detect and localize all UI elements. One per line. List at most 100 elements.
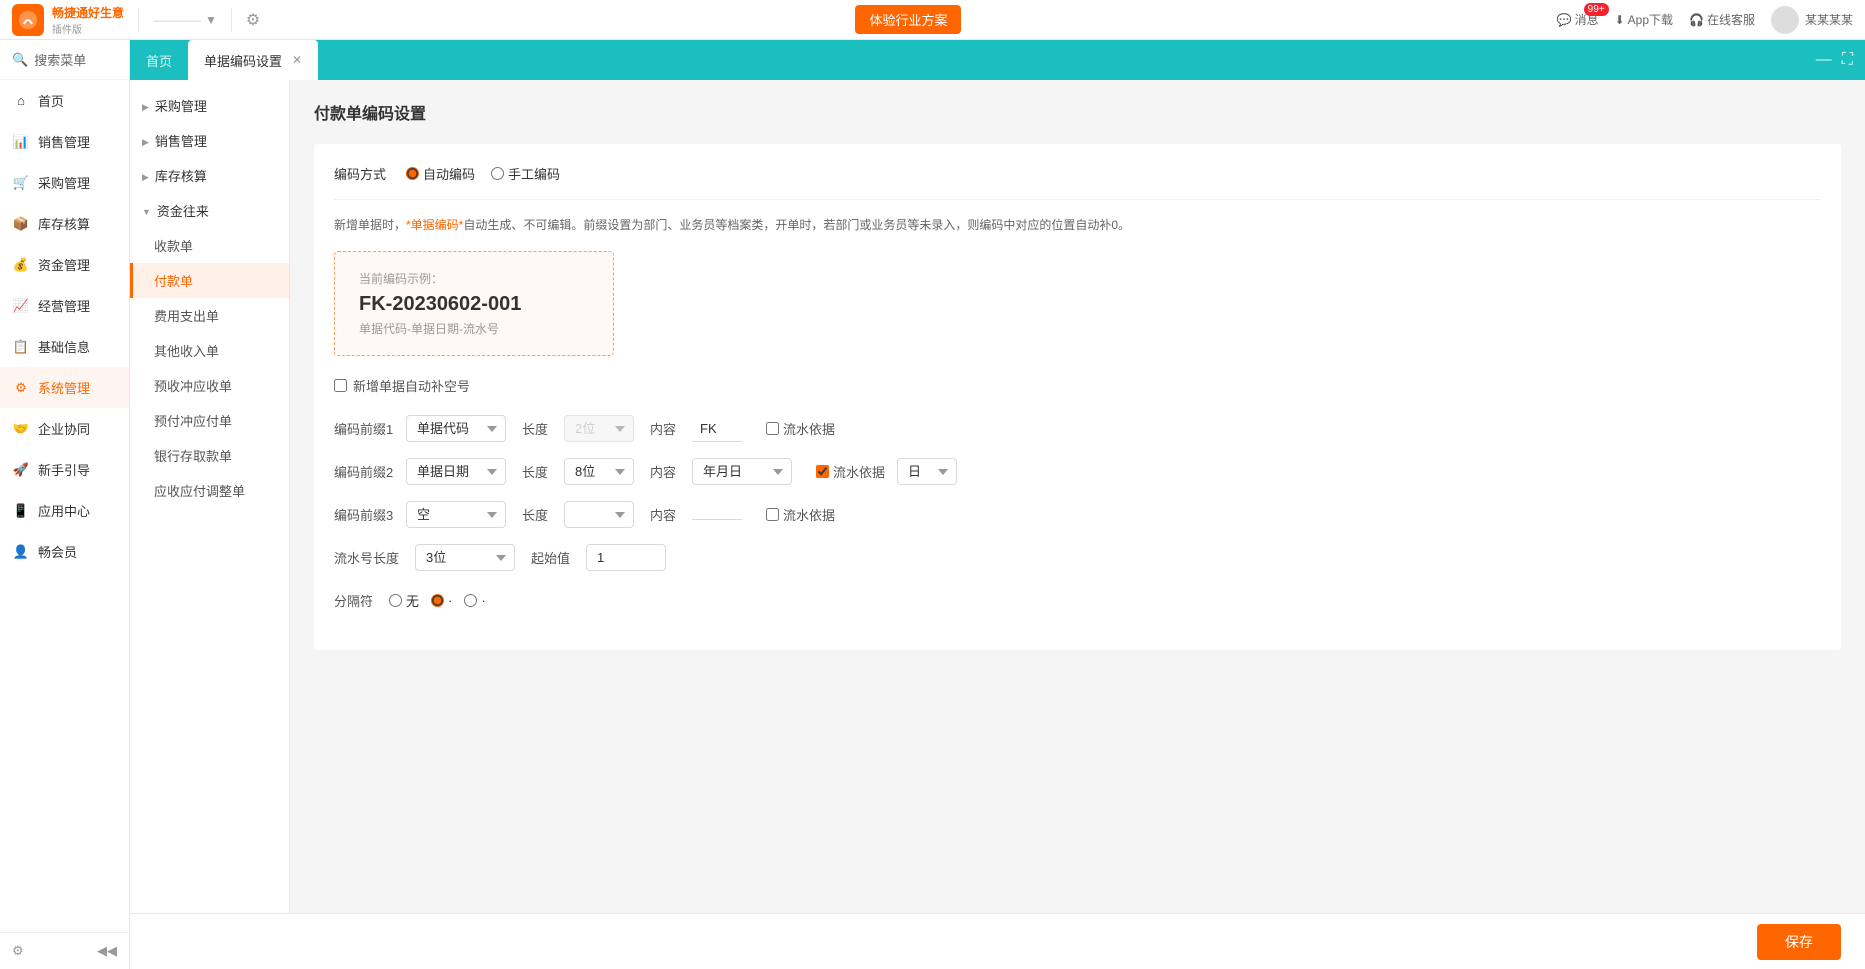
sub-sidebar-receipt[interactable]: 收款单 bbox=[130, 228, 289, 263]
sidebar-item-system[interactable]: ⚙ 系统管理 bbox=[0, 367, 129, 408]
sidebar-item-sale[interactable]: 📊 销售管理 bbox=[0, 121, 129, 162]
prefix3-serial-input[interactable] bbox=[766, 508, 779, 521]
sidebar-item-label: 库存核算 bbox=[38, 214, 90, 233]
user-area[interactable]: 某某某某 bbox=[1771, 6, 1853, 34]
prefix3-content-value bbox=[692, 509, 742, 520]
tab-home[interactable]: 首页 bbox=[130, 40, 188, 80]
sidebar-item-member[interactable]: 👤 畅会员 bbox=[0, 531, 129, 572]
app-title: 畅捷通好生意 插件版 bbox=[52, 4, 124, 36]
separator-dot-input[interactable] bbox=[431, 594, 444, 607]
dropdown-selector[interactable]: ———— ▼ bbox=[153, 13, 217, 27]
sub-sidebar-prepay-receive[interactable]: 预收冲应收单 bbox=[130, 368, 289, 403]
sidebar-collapse-icon[interactable]: ◀◀ bbox=[97, 943, 117, 959]
auto-encode-input[interactable] bbox=[406, 167, 419, 180]
prefix1-serial-input[interactable] bbox=[766, 422, 779, 435]
separator-other-input[interactable] bbox=[464, 594, 477, 607]
manual-encode-input[interactable] bbox=[491, 167, 504, 180]
sidebar-item-inventory[interactable]: 📦 库存核算 bbox=[0, 203, 129, 244]
prefix2-length-select[interactable]: 8位 bbox=[564, 458, 634, 485]
prefix2-serial-checkbox[interactable]: 流水依据 bbox=[816, 462, 885, 481]
separator-none-input[interactable] bbox=[389, 594, 402, 607]
search-menu-button[interactable]: 🔍 搜索菜单 bbox=[0, 40, 129, 80]
code-preview-box: 当前编码示例： FK-20230602-001 单据代码-单据日期-流水号 bbox=[334, 251, 614, 356]
desc-highlight: *单据编码* bbox=[406, 218, 463, 232]
start-value-input[interactable] bbox=[586, 544, 666, 571]
sub-sidebar-prepay-pay[interactable]: 预付冲应付单 bbox=[130, 403, 289, 438]
service-button[interactable]: 🎧 在线客服 bbox=[1689, 11, 1755, 28]
prefix3-length-label: 长度 bbox=[522, 505, 548, 524]
prefix2-label: 编码前缀2 bbox=[334, 462, 394, 481]
separator-other[interactable]: · bbox=[464, 593, 485, 608]
prefix2-row: 编码前缀2 单据日期 长度 8位 内容 年月日 bbox=[334, 458, 1821, 485]
top-bar: 畅捷通好生意 插件版 ———— ▼ ⚙ 体验行业方案 💬 消息 99+ ⬇ Ap… bbox=[0, 0, 1865, 40]
sidebar-item-home[interactable]: ⌂ 首页 bbox=[0, 80, 129, 121]
sub-group-inventory-label: 库存核算 bbox=[155, 166, 207, 185]
sub-sidebar-payment[interactable]: 付款单 bbox=[130, 263, 289, 298]
tab-actions: — ⛶ bbox=[1816, 51, 1865, 69]
sub-group-inventory-title[interactable]: 库存核算 bbox=[130, 158, 289, 193]
sidebar-item-basic[interactable]: 📋 基础信息 bbox=[0, 326, 129, 367]
sidebar-footer: ⚙ ◀◀ bbox=[0, 932, 129, 969]
sub-sidebar-bank[interactable]: 银行存取款单 bbox=[130, 438, 289, 473]
tab-minimize-icon[interactable]: — bbox=[1816, 51, 1832, 69]
dropdown-text: ———— bbox=[153, 13, 201, 27]
prefix2-serial-input[interactable] bbox=[816, 465, 829, 478]
prefix3-length-select[interactable] bbox=[564, 501, 634, 528]
content-area: 首页 单据编码设置 ✕ — ⛶ 采购管理 bbox=[130, 40, 1865, 969]
prefix3-serial-checkbox[interactable]: 流水依据 bbox=[766, 505, 835, 524]
prefix2-content-select[interactable]: 年月日 bbox=[692, 458, 792, 485]
sub-group-fund: 资金往来 收款单 付款单 费用支出单 其他收入单 预收冲应收单 预付冲应付单 银… bbox=[130, 193, 289, 508]
top-right: 💬 消息 99+ ⬇ App下载 🎧 在线客服 某某某某 bbox=[1557, 6, 1853, 34]
encoding-method-row: 编码方式 自动编码 手工编码 bbox=[334, 164, 1821, 200]
sub-sidebar-adjust[interactable]: 应收应付调整单 bbox=[130, 473, 289, 508]
tab-maximize-icon[interactable]: ⛶ bbox=[1842, 51, 1853, 69]
sub-group-fund-title[interactable]: 资金往来 bbox=[130, 193, 289, 228]
tab-close-icon[interactable]: ✕ bbox=[292, 53, 302, 67]
prefix2-select[interactable]: 单据日期 bbox=[406, 458, 506, 485]
home-icon: ⌂ bbox=[12, 92, 30, 110]
code-preview-label: 当前编码示例： bbox=[359, 270, 589, 287]
settings-icon[interactable]: ⚙ bbox=[246, 10, 260, 30]
separator-dot[interactable]: · bbox=[431, 593, 452, 608]
sidebar-item-app[interactable]: 📱 应用中心 bbox=[0, 490, 129, 531]
description-text: 新增单据时，*单据编码*自动生成、不可编辑。前缀设置为部门、业务员等档案类，开单… bbox=[334, 216, 1821, 235]
sub-group-purchase-title[interactable]: 采购管理 bbox=[130, 88, 289, 123]
prefix3-content-label: 内容 bbox=[650, 505, 676, 524]
app-download-button[interactable]: ⬇ App下载 bbox=[1615, 11, 1673, 28]
auto-encode-label: 自动编码 bbox=[423, 164, 475, 183]
footer-settings-icon[interactable]: ⚙ bbox=[12, 943, 24, 959]
prefix3-select[interactable]: 空 bbox=[406, 501, 506, 528]
sidebar-item-coop[interactable]: 🤝 企业协同 bbox=[0, 408, 129, 449]
separator-none[interactable]: 无 bbox=[389, 591, 419, 610]
manual-encode-radio[interactable]: 手工编码 bbox=[491, 164, 560, 183]
auto-fill-checkbox[interactable] bbox=[334, 379, 347, 392]
prefix1-row: 编码前缀1 单据代码 长度 2位 内容 FK 流水依据 bbox=[334, 415, 1821, 442]
sidebar-item-label: 企业协同 bbox=[38, 419, 90, 438]
auto-encode-radio[interactable]: 自动编码 bbox=[406, 164, 475, 183]
serial-length-select[interactable]: 3位 bbox=[415, 544, 515, 571]
sub-sidebar-expense[interactable]: 费用支出单 bbox=[130, 298, 289, 333]
member-icon: 👤 bbox=[12, 543, 30, 561]
separator-none-label: 无 bbox=[406, 591, 419, 610]
sale-icon: 📊 bbox=[12, 133, 30, 151]
sidebar-item-guide[interactable]: 🚀 新手引导 bbox=[0, 449, 129, 490]
sidebar-item-purchase[interactable]: 🛒 采购管理 bbox=[0, 162, 129, 203]
manage-icon: 📈 bbox=[12, 297, 30, 315]
save-button[interactable]: 保存 bbox=[1757, 924, 1841, 960]
tab-encoding[interactable]: 单据编码设置 ✕ bbox=[188, 40, 318, 80]
basic-icon: 📋 bbox=[12, 338, 30, 356]
sub-group-sale-title[interactable]: 销售管理 bbox=[130, 123, 289, 158]
prefix1-select[interactable]: 单据代码 bbox=[406, 415, 506, 442]
sub-sidebar: 采购管理 销售管理 库存核算 bbox=[130, 80, 290, 913]
sub-sidebar-other-income[interactable]: 其他收入单 bbox=[130, 333, 289, 368]
experience-button[interactable]: 体验行业方案 bbox=[855, 5, 961, 34]
sub-group-sale: 销售管理 bbox=[130, 123, 289, 158]
prefix2-period-select[interactable]: 日 bbox=[897, 458, 957, 485]
top-center: 体验行业方案 bbox=[855, 5, 961, 34]
message-button[interactable]: 💬 消息 99+ bbox=[1557, 11, 1599, 28]
prefix1-serial-checkbox[interactable]: 流水依据 bbox=[766, 419, 835, 438]
sidebar-item-manage[interactable]: 📈 经营管理 bbox=[0, 285, 129, 326]
system-icon: ⚙ bbox=[12, 379, 30, 397]
auto-fill-checkbox-label[interactable]: 新增单据自动补空号 bbox=[334, 376, 470, 395]
sidebar-item-finance[interactable]: 💰 资金管理 bbox=[0, 244, 129, 285]
